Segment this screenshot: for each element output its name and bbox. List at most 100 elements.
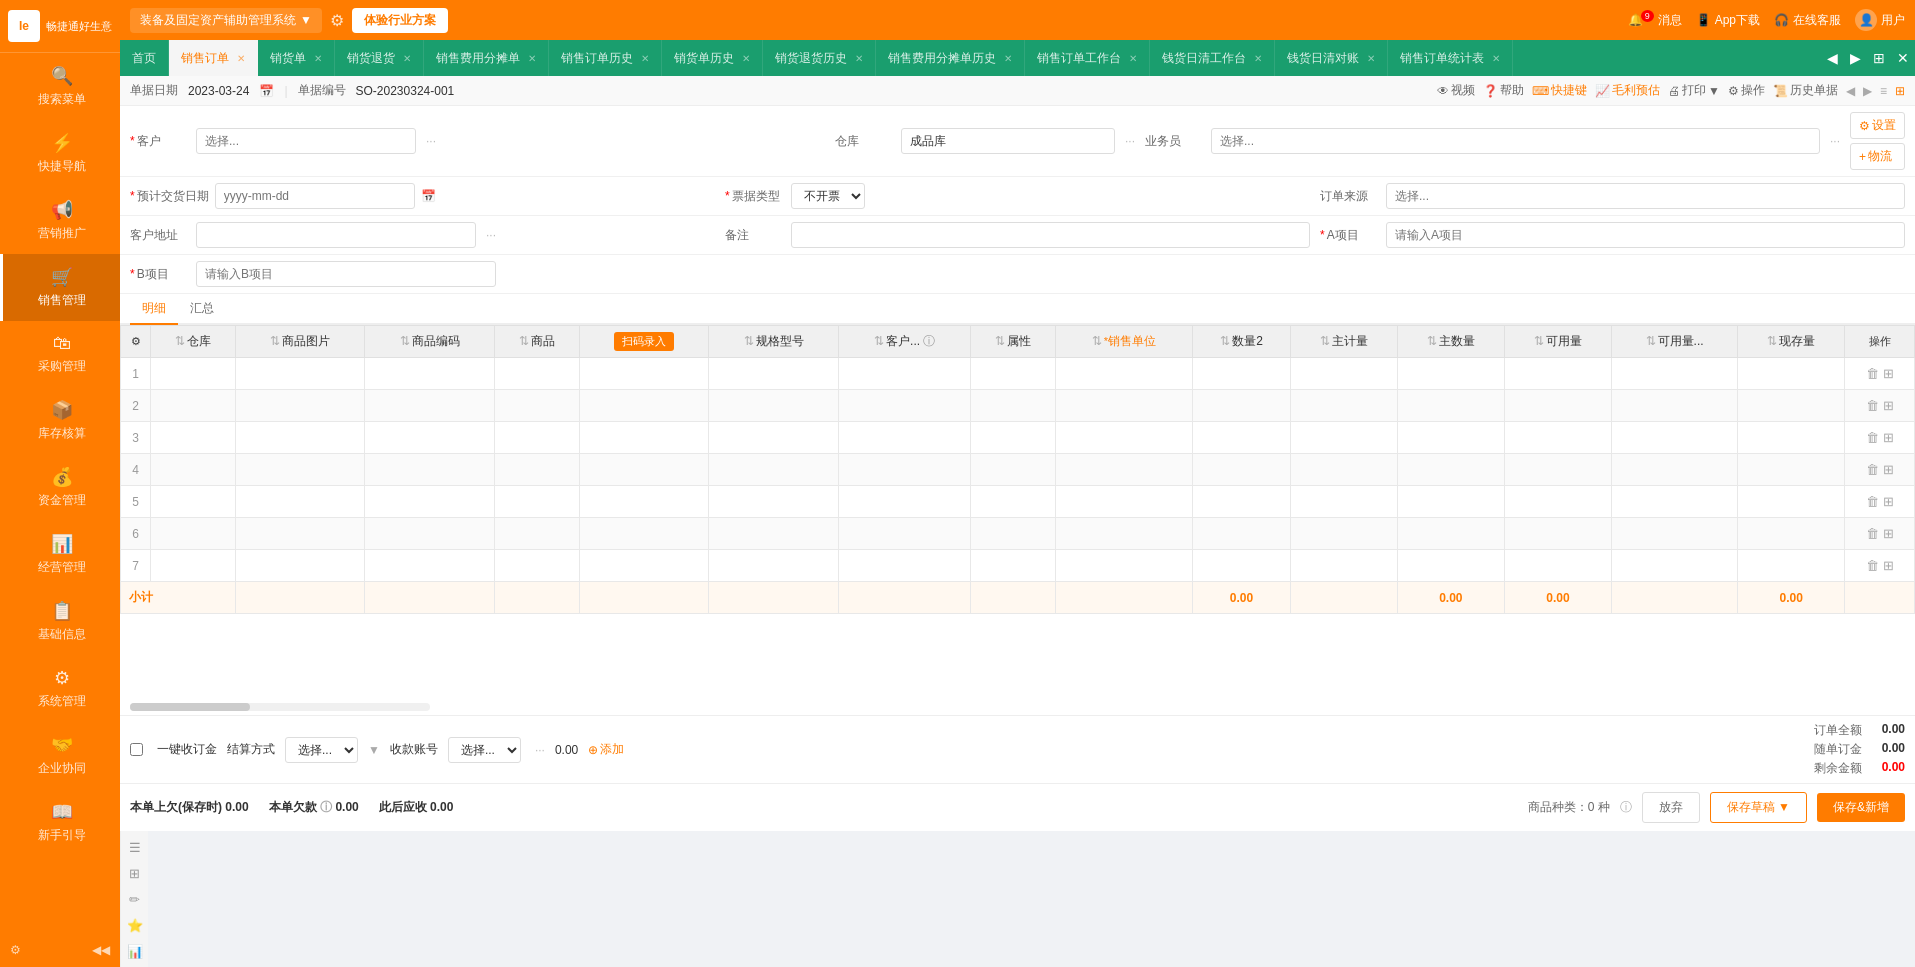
row-spec[interactable] [709, 358, 839, 390]
warehouse-more-btn[interactable]: ··· [1125, 134, 1135, 148]
nav-prev-icon[interactable]: ◀ [1846, 84, 1855, 98]
row-product[interactable] [495, 390, 580, 422]
row-available[interactable] [1504, 358, 1611, 390]
row-stock[interactable] [1738, 358, 1845, 390]
row-spec[interactable] [709, 486, 839, 518]
sidebar-item-system[interactable]: ⚙ 系统管理 [0, 655, 120, 722]
row-available2[interactable] [1612, 550, 1738, 582]
address-more-btn[interactable]: ··· [486, 228, 496, 242]
row-unit[interactable] [1055, 358, 1193, 390]
copy-row-icon[interactable]: ⊞ [1883, 430, 1894, 445]
row-available[interactable] [1504, 390, 1611, 422]
tab-expense-history[interactable]: 销售费用分摊单历史 ✕ [876, 40, 1025, 76]
right-panel-icon-5[interactable]: 📊 [123, 939, 147, 963]
th-main-unit[interactable]: ⇅主计量 [1290, 326, 1397, 358]
row-unit[interactable] [1055, 422, 1193, 454]
tab-home[interactable]: 首页 [120, 40, 169, 76]
customer-more-btn[interactable]: ··· [426, 134, 436, 148]
row-product[interactable] [495, 358, 580, 390]
row-warehouse[interactable] [151, 486, 236, 518]
delete-row-icon[interactable]: 🗑 [1866, 526, 1879, 541]
help-btn[interactable]: ❓ 帮助 [1483, 82, 1524, 99]
row-image[interactable] [235, 486, 365, 518]
row-qty2[interactable] [1193, 550, 1290, 582]
th-available2[interactable]: ⇅可用量... [1612, 326, 1738, 358]
row-stock[interactable] [1738, 518, 1845, 550]
row-attribute[interactable] [970, 390, 1055, 422]
row-customer-code[interactable] [839, 550, 971, 582]
row-customer-code[interactable] [839, 358, 971, 390]
tab-reconcile[interactable]: 钱货日清对账 ✕ [1275, 40, 1388, 76]
delete-row-icon[interactable]: 🗑 [1866, 494, 1879, 509]
tab-history[interactable]: 销售订单历史 ✕ [549, 40, 662, 76]
list-view-icon[interactable]: ≡ [1880, 84, 1887, 98]
close-tab-icon[interactable]: ✕ [855, 53, 863, 64]
row-code[interactable] [365, 486, 495, 518]
close-tab-icon[interactable]: ✕ [742, 53, 750, 64]
print-btn[interactable]: 🖨 打印 ▼ [1668, 82, 1720, 99]
row-spec[interactable] [709, 422, 839, 454]
row-available2[interactable] [1612, 454, 1738, 486]
row-warehouse[interactable] [151, 550, 236, 582]
row-customer-code[interactable] [839, 486, 971, 518]
delete-row-icon[interactable]: 🗑 [1866, 366, 1879, 381]
row-stock[interactable] [1738, 422, 1845, 454]
delivery-calendar-icon[interactable]: 📅 [421, 189, 436, 203]
row-qty2[interactable] [1193, 422, 1290, 454]
row-stock[interactable] [1738, 390, 1845, 422]
row-attribute[interactable] [970, 550, 1055, 582]
row-main-qty[interactable] [1397, 486, 1504, 518]
row-attribute[interactable] [970, 486, 1055, 518]
save-draft-dropdown-icon[interactable]: ▼ [1778, 800, 1790, 814]
row-warehouse[interactable] [151, 358, 236, 390]
row-qty2[interactable] [1193, 454, 1290, 486]
row-available2[interactable] [1612, 358, 1738, 390]
add-logistics-btn[interactable]: + 物流 [1850, 143, 1905, 170]
row-warehouse[interactable] [151, 422, 236, 454]
grid-view-icon[interactable]: ⊞ [1895, 84, 1905, 98]
settings-side-btn[interactable]: ⚙ ⚙ 设置 设置 [1850, 112, 1905, 139]
row-available[interactable] [1504, 550, 1611, 582]
row-image[interactable] [235, 454, 365, 486]
row-stock[interactable] [1738, 486, 1845, 518]
row-qty2[interactable] [1193, 358, 1290, 390]
th-stock[interactable]: ⇅现存量 [1738, 326, 1845, 358]
salesperson-more-btn[interactable]: ··· [1830, 134, 1840, 148]
right-panel-icon-2[interactable]: ⊞ [123, 861, 147, 885]
delivery-date-input[interactable] [215, 183, 415, 209]
row-main-qty[interactable] [1397, 454, 1504, 486]
row-stock[interactable] [1738, 454, 1845, 486]
row-qty2[interactable] [1193, 518, 1290, 550]
table-scrollbar[interactable] [120, 699, 1915, 715]
row-main-qty[interactable] [1397, 518, 1504, 550]
row-customer-code[interactable] [839, 390, 971, 422]
row-spec[interactable] [709, 454, 839, 486]
tab-invoice-history[interactable]: 销货单历史 ✕ [662, 40, 763, 76]
payment-method-select[interactable]: 选择... [285, 737, 358, 763]
th-product[interactable]: ⇅商品 [495, 326, 580, 358]
settings-icon[interactable]: ⚙ [330, 11, 344, 30]
row-product[interactable] [495, 454, 580, 486]
th-attribute[interactable]: ⇅属性 [970, 326, 1055, 358]
row-product[interactable] [495, 422, 580, 454]
close-tab-icon[interactable]: ✕ [1254, 53, 1262, 64]
th-image[interactable]: ⇅商品图片 [235, 326, 365, 358]
app-download-btn[interactable]: 📱 App下载 [1696, 12, 1760, 29]
order-source-input[interactable] [1386, 183, 1905, 209]
row-available[interactable] [1504, 486, 1611, 518]
tab-daily-clear[interactable]: 钱货日清工作台 ✕ [1150, 40, 1275, 76]
history-btn[interactable]: 📜 历史单据 [1773, 82, 1838, 99]
row-spec[interactable] [709, 390, 839, 422]
row-unit[interactable] [1055, 454, 1193, 486]
row-image[interactable] [235, 390, 365, 422]
sidebar-item-quicknav[interactable]: ⚡ 快捷导航 [0, 120, 120, 187]
row-customer-code[interactable] [839, 422, 971, 454]
delete-row-icon[interactable]: 🗑 [1866, 430, 1879, 445]
row-main-unit[interactable] [1290, 422, 1397, 454]
right-panel-icon-4[interactable]: ⭐ [123, 913, 147, 937]
tab-sales-order[interactable]: 销售订单 ✕ [169, 40, 258, 76]
row-code[interactable] [365, 422, 495, 454]
sidebar-item-guide[interactable]: 📖 新手引导 [0, 789, 120, 856]
calendar-icon[interactable]: 📅 [259, 84, 274, 98]
tab-sales-invoice[interactable]: 销货单 ✕ [258, 40, 335, 76]
